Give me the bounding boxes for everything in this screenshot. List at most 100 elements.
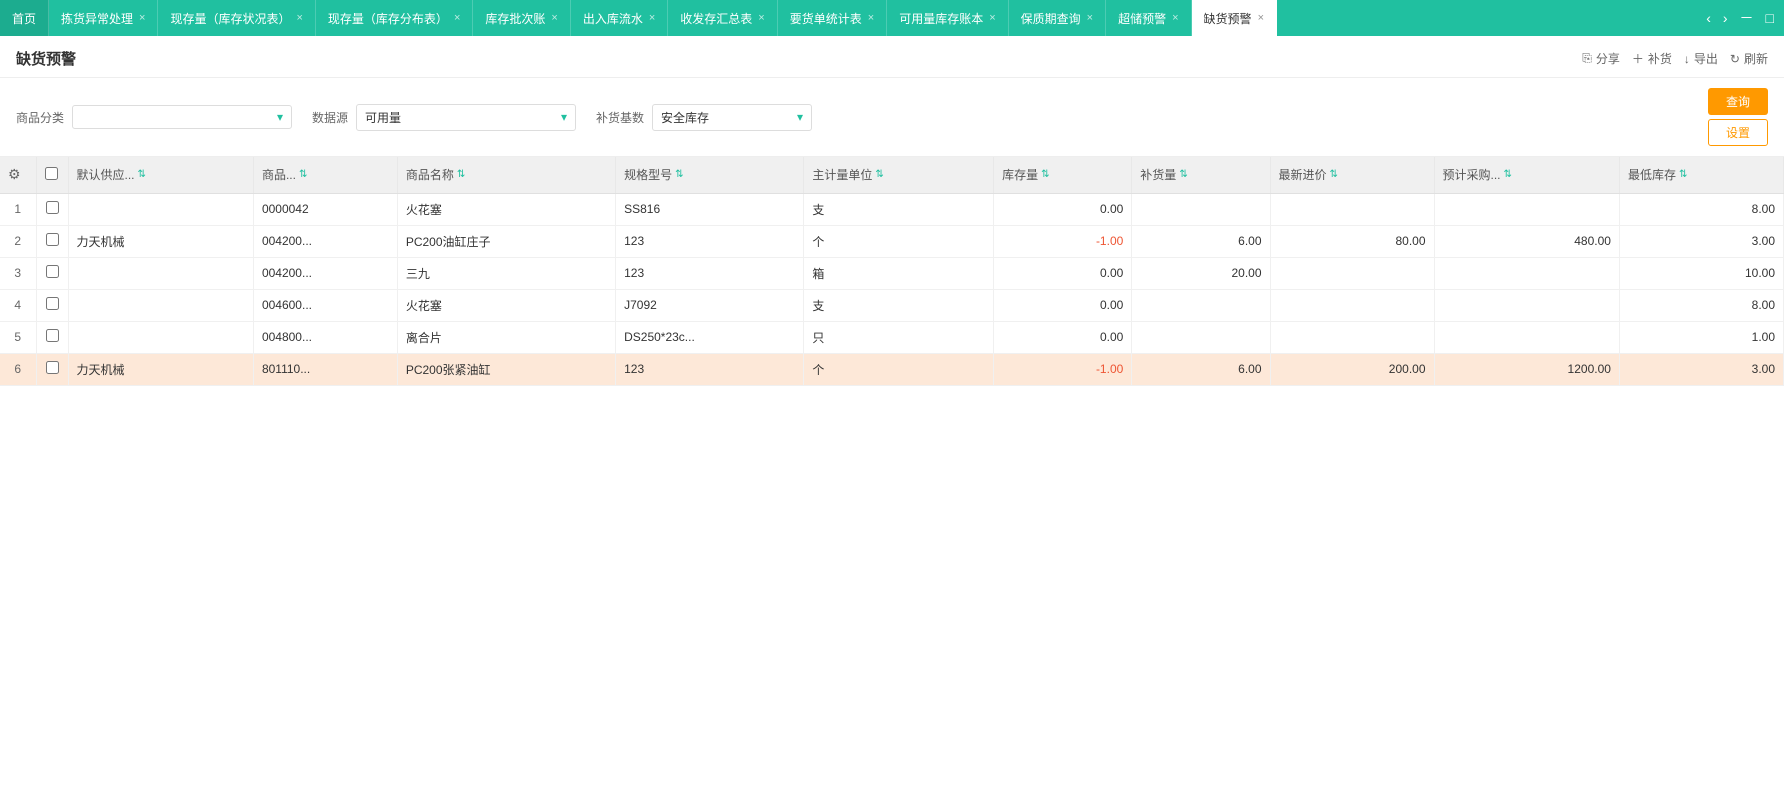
tab-close-shortage-warn[interactable]: × [1258, 12, 1264, 24]
main-content: 缺货预警 ⎘ 分享 ＋ 补货 ↓ 导出 ↻ 刷新 商品分类 [0, 36, 1784, 796]
sort-unit-icon: ⇅ [875, 169, 883, 180]
cell-unit: 个 [804, 225, 994, 257]
tab-receive-summary[interactable]: 收发存汇总表 × [668, 0, 777, 36]
cell-latest-price [1270, 289, 1434, 321]
tab-scroll-left[interactable]: ‹ [1700, 8, 1717, 28]
cell-supplier: 力天机械 [68, 353, 253, 385]
query-button[interactable]: 查询 [1708, 88, 1768, 115]
cell-min-stock: 3.00 [1619, 353, 1783, 385]
replenish-basis-select-value: 安全库存 [661, 109, 709, 126]
cell-spec: 123 [616, 225, 804, 257]
tab-home[interactable]: 首页 [0, 0, 49, 36]
row-checkbox[interactable] [46, 361, 59, 374]
category-dropdown-icon: ▾ [277, 110, 283, 124]
col-product-code[interactable]: 商品... ⇅ [253, 157, 397, 193]
tab-overstock-warn[interactable]: 超储预警 × [1106, 0, 1191, 36]
col-default-supplier[interactable]: 默认供应... ⇅ [68, 157, 253, 193]
cell-spec: J7092 [616, 289, 804, 321]
tab-minimize[interactable]: － [1734, 6, 1760, 30]
datasource-dropdown-icon: ▾ [561, 110, 567, 124]
col-spec[interactable]: 规格型号 ⇅ [616, 157, 804, 193]
col-latest-price[interactable]: 最新进价 ⇅ [1270, 157, 1434, 193]
row-checkbox[interactable] [46, 201, 59, 214]
replenish-basis-dropdown-icon: ▾ [797, 110, 803, 124]
tab-close-exception[interactable]: × [139, 12, 145, 24]
cell-stock: 0.00 [994, 193, 1132, 225]
row-checkbox-cell [36, 193, 68, 225]
sort-est-purchase-icon: ⇅ [1504, 169, 1512, 180]
tab-inout-flow[interactable]: 出入库流水 × [571, 0, 668, 36]
sort-spec-icon: ⇅ [675, 169, 683, 180]
cell-stock: 0.00 [994, 289, 1132, 321]
sort-min-stock-icon: ⇅ [1679, 169, 1687, 180]
row-number: 5 [0, 321, 36, 353]
tab-close-stock-dist[interactable]: × [454, 12, 460, 24]
tab-close-receive-summary[interactable]: × [758, 12, 764, 24]
col-product-name[interactable]: 商品名称 ⇅ [397, 157, 615, 193]
replenish-button[interactable]: ＋ 补货 [1632, 50, 1672, 67]
cell-min-stock: 1.00 [1619, 321, 1783, 353]
tab-close-inout-flow[interactable]: × [649, 12, 655, 24]
sort-replenish-icon: ⇅ [1179, 169, 1187, 180]
col-stock[interactable]: 库存量 ⇅ [994, 157, 1132, 193]
col-replenish-qty[interactable]: 补货量 ⇅ [1132, 157, 1270, 193]
row-checkbox[interactable] [46, 329, 59, 342]
settings-button[interactable]: 设置 [1708, 119, 1768, 146]
row-checkbox[interactable] [46, 233, 59, 246]
cell-replenish-qty [1132, 193, 1270, 225]
cell-replenish-qty: 20.00 [1132, 257, 1270, 289]
row-checkbox[interactable] [46, 265, 59, 278]
refresh-button[interactable]: ↻ 刷新 [1730, 50, 1768, 67]
col-est-purchase[interactable]: 预计采购... ⇅ [1434, 157, 1619, 193]
tab-exception[interactable]: 拣货异常处理 × [49, 0, 158, 36]
cell-est-purchase: 1200.00 [1434, 353, 1619, 385]
row-checkbox[interactable] [46, 297, 59, 310]
cell-product-code: 801110... [253, 353, 397, 385]
cell-supplier: 力天机械 [68, 225, 253, 257]
datasource-label: 数据源 [312, 109, 348, 126]
tab-close-available-ledger[interactable]: × [989, 12, 995, 24]
cell-est-purchase [1434, 257, 1619, 289]
row-number: 6 [0, 353, 36, 385]
cell-spec: SS816 [616, 193, 804, 225]
tab-expiry-query[interactable]: 保质期查询 × [1009, 0, 1106, 36]
tab-available-ledger[interactable]: 可用量库存账本 × [887, 0, 1008, 36]
tab-demand-stat[interactable]: 要货单统计表 × [778, 0, 887, 36]
column-settings-button[interactable]: ⚙ [8, 166, 21, 183]
tab-close-expiry-query[interactable]: × [1087, 12, 1093, 24]
cell-est-purchase [1434, 289, 1619, 321]
table-header-row: ⚙ 默认供应... ⇅ 商品... ⇅ [0, 157, 1784, 193]
refresh-icon: ↻ [1730, 52, 1740, 66]
cell-replenish-qty [1132, 321, 1270, 353]
tab-close-stock-status[interactable]: × [296, 12, 302, 24]
datasource-select[interactable]: 可用量 ▾ [356, 104, 576, 131]
tab-shortage-warn[interactable]: 缺货预警 × [1192, 0, 1277, 36]
category-select[interactable]: ▾ [72, 105, 292, 129]
cell-spec: 123 [616, 353, 804, 385]
cell-stock: -1.00 [994, 353, 1132, 385]
cell-product-code: 004600... [253, 289, 397, 321]
cell-supplier [68, 257, 253, 289]
cell-replenish-qty: 6.00 [1132, 353, 1270, 385]
cell-stock: -1.00 [994, 225, 1132, 257]
col-checkbox [36, 157, 68, 193]
share-button[interactable]: ⎘ 分享 [1582, 50, 1620, 67]
share-icon: ⎘ [1582, 51, 1592, 66]
tab-stock-status[interactable]: 现存量（库存状况表） × [158, 0, 315, 36]
tab-scroll-right[interactable]: › [1717, 8, 1734, 28]
datasource-select-value: 可用量 [365, 109, 401, 126]
tab-close-batch-account[interactable]: × [551, 12, 557, 24]
replenish-basis-filter-group: 补货基数 安全库存 ▾ [596, 104, 812, 131]
tab-close-overstock-warn[interactable]: × [1172, 12, 1178, 24]
tab-close-demand-stat[interactable]: × [868, 12, 874, 24]
tab-batch-account[interactable]: 库存批次账 × [473, 0, 570, 36]
replenish-basis-select[interactable]: 安全库存 ▾ [652, 104, 812, 131]
row-checkbox-cell [36, 257, 68, 289]
export-button[interactable]: ↓ 导出 [1684, 50, 1718, 67]
tab-maximize[interactable]: □ [1760, 8, 1780, 28]
cell-latest-price: 80.00 [1270, 225, 1434, 257]
col-min-stock[interactable]: 最低库存 ⇅ [1619, 157, 1783, 193]
col-unit[interactable]: 主计量单位 ⇅ [804, 157, 994, 193]
tab-stock-dist[interactable]: 现存量（库存分布表） × [316, 0, 473, 36]
select-all-checkbox[interactable] [45, 167, 58, 180]
